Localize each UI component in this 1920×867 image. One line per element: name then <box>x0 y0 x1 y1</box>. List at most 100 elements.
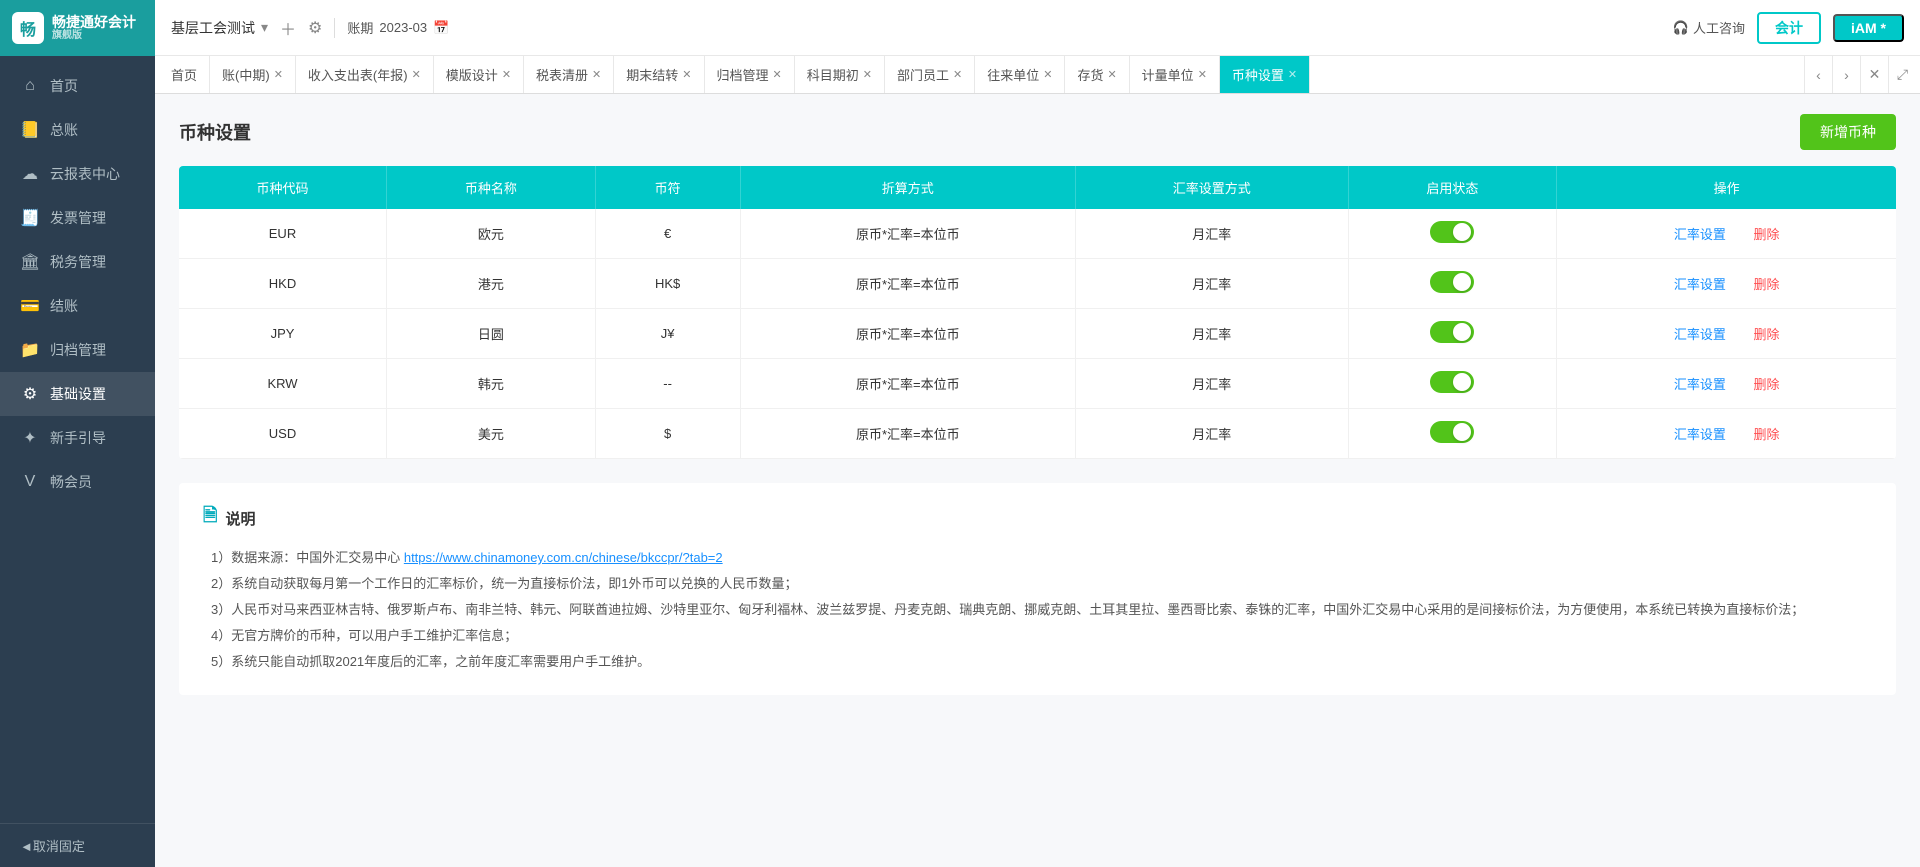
delete-link[interactable]: 删除 <box>1753 427 1779 442</box>
tab-prev-button[interactable]: ‹ <box>1804 56 1832 94</box>
sidebar-item-home[interactable]: ⌂ 首页 <box>0 64 155 108</box>
tab-period-end[interactable]: 期末结转 ✕ <box>614 56 704 94</box>
cell-calc: 原币*汇率=本位币 <box>740 409 1075 459</box>
sidebar-item-label: 税务管理 <box>50 252 106 272</box>
period-value: 2023-03 <box>379 20 427 35</box>
table-row: JPY 日圆 J¥ 原币*汇率=本位币 月汇率 汇率设置 删除 <box>179 309 1896 359</box>
close-icon[interactable]: ✕ <box>1043 68 1052 81</box>
tab-expand-button[interactable]: ⤢ <box>1888 56 1916 94</box>
notes-link[interactable]: https://www.chinamoney.com.cn/chinese/bk… <box>404 550 723 565</box>
close-icon[interactable]: ✕ <box>502 68 511 81</box>
tab-close-all-button[interactable]: ✕ <box>1860 56 1888 94</box>
tab-next-button[interactable]: › <box>1832 56 1860 94</box>
close-icon[interactable]: ✕ <box>274 68 283 81</box>
cell-code: HKD <box>179 259 386 309</box>
status-toggle[interactable] <box>1430 221 1474 243</box>
calendar-icon[interactable]: 📅 <box>433 20 449 36</box>
sidebar-item-tax[interactable]: 🏛 税务管理 <box>0 240 155 284</box>
tab-units[interactable]: 计量单位 ✕ <box>1130 56 1220 94</box>
cell-symbol: HK$ <box>595 259 740 309</box>
cell-symbol: J¥ <box>595 309 740 359</box>
cell-action: 汇率设置 删除 <box>1557 309 1896 359</box>
tab-home[interactable]: 首页 <box>159 56 210 94</box>
close-icon[interactable]: ✕ <box>1198 68 1207 81</box>
sidebar-item-label: 发票管理 <box>50 208 106 228</box>
notes-section: 🗎 说明 1）数据来源：中国外汇交易中心 https://www.chinamo… <box>179 483 1896 695</box>
settle-icon: 💳 <box>20 296 40 316</box>
rate-setting-link[interactable]: 汇率设置 <box>1674 327 1726 342</box>
close-icon[interactable]: ✕ <box>1288 68 1297 81</box>
new-currency-button[interactable]: 新增币种 <box>1800 114 1896 150</box>
delete-link[interactable]: 删除 <box>1753 277 1779 292</box>
account-button[interactable]: 会计 <box>1757 12 1821 44</box>
tab-currency[interactable]: 币种设置 ✕ <box>1220 56 1310 94</box>
tab-income[interactable]: 收入支出表(年报) ✕ <box>296 56 434 94</box>
cell-rate-type: 月汇率 <box>1076 209 1349 259</box>
sidebar-item-settings[interactable]: ⚙ 基础设置 <box>0 372 155 416</box>
sidebar-item-settle[interactable]: 💳 结账 <box>0 284 155 328</box>
cell-symbol: $ <box>595 409 740 459</box>
sidebar-item-report[interactable]: ☁ 云报表中心 <box>0 152 155 196</box>
delete-link[interactable]: 删除 <box>1753 227 1779 242</box>
rate-setting-link[interactable]: 汇率设置 <box>1674 427 1726 442</box>
cell-status[interactable] <box>1348 209 1557 259</box>
sidebar-item-archive[interactable]: 📁 归档管理 <box>0 328 155 372</box>
rate-setting-link[interactable]: 汇率设置 <box>1674 377 1726 392</box>
cell-calc: 原币*汇率=本位币 <box>740 209 1075 259</box>
tab-archive[interactable]: 归档管理 ✕ <box>705 56 795 94</box>
table-row: KRW 韩元 -- 原币*汇率=本位币 月汇率 汇率设置 删除 <box>179 359 1896 409</box>
tab-inventory[interactable]: 存货 ✕ <box>1065 56 1129 94</box>
sidebar-item-vip[interactable]: V 畅会员 <box>0 460 155 504</box>
consult-button[interactable]: 🎧 人工咨询 <box>1673 18 1745 37</box>
cell-status[interactable] <box>1348 259 1557 309</box>
cell-rate-type: 月汇率 <box>1076 359 1349 409</box>
headset-icon: 🎧 <box>1673 20 1689 36</box>
close-icon[interactable]: ✕ <box>1107 68 1116 81</box>
rate-setting-link[interactable]: 汇率设置 <box>1674 227 1726 242</box>
cell-action: 汇率设置 删除 <box>1557 409 1896 459</box>
status-toggle[interactable] <box>1430 421 1474 443</box>
add-icon[interactable]: ＋ <box>280 16 296 40</box>
tab-staff[interactable]: 部门员工 ✕ <box>885 56 975 94</box>
cell-name: 日圆 <box>386 309 595 359</box>
delete-link[interactable]: 删除 <box>1753 327 1779 342</box>
cell-status[interactable] <box>1348 409 1557 459</box>
cell-name: 欧元 <box>386 209 595 259</box>
close-icon[interactable]: ✕ <box>863 68 872 81</box>
sidebar-item-invoice[interactable]: 🧾 发票管理 <box>0 196 155 240</box>
cell-action: 汇率设置 删除 <box>1557 209 1896 259</box>
sidebar-item-label: 云报表中心 <box>50 164 120 184</box>
cell-name: 韩元 <box>386 359 595 409</box>
sidebar-pin-toggle[interactable]: ◄取消固定 <box>0 823 155 867</box>
vip-icon: V <box>20 473 40 491</box>
sidebar-item-ledger[interactable]: 📒 总账 <box>0 108 155 152</box>
status-toggle[interactable] <box>1430 371 1474 393</box>
status-toggle[interactable] <box>1430 321 1474 343</box>
close-icon[interactable]: ✕ <box>953 68 962 81</box>
close-icon[interactable]: ✕ <box>592 68 601 81</box>
tab-subjects[interactable]: 科目期初 ✕ <box>795 56 885 94</box>
cell-status[interactable] <box>1348 309 1557 359</box>
logo-sub: 旗舰版 <box>52 30 136 42</box>
status-toggle[interactable] <box>1430 271 1474 293</box>
tab-template[interactable]: 模版设计 ✕ <box>434 56 524 94</box>
delete-link[interactable]: 删除 <box>1753 377 1779 392</box>
tab-tax-list[interactable]: 税表清册 ✕ <box>524 56 614 94</box>
cell-symbol: € <box>595 209 740 259</box>
close-icon[interactable]: ✕ <box>412 68 421 81</box>
sidebar-item-label: 结账 <box>50 296 78 316</box>
gear-icon[interactable]: ⚙ <box>308 18 322 38</box>
note-item: 3）人民币对马来西亚林吉特、俄罗斯卢布、南非兰特、韩元、阿联酋迪拉姆、沙特里亚尔… <box>203 597 1872 623</box>
dropdown-icon[interactable]: ▾ <box>261 19 268 36</box>
cell-status[interactable] <box>1348 359 1557 409</box>
tab-contacts[interactable]: 往来单位 ✕ <box>975 56 1065 94</box>
tab-period[interactable]: 账(中期) ✕ <box>210 56 296 94</box>
cell-code: JPY <box>179 309 386 359</box>
rate-setting-link[interactable]: 汇率设置 <box>1674 277 1726 292</box>
sidebar-item-label: 新手引导 <box>50 428 106 448</box>
sidebar-item-guide[interactable]: ✦ 新手引导 <box>0 416 155 460</box>
iam-button[interactable]: iAM * <box>1833 14 1904 42</box>
close-icon[interactable]: ✕ <box>773 68 782 81</box>
divider <box>334 18 335 38</box>
close-icon[interactable]: ✕ <box>682 68 691 81</box>
